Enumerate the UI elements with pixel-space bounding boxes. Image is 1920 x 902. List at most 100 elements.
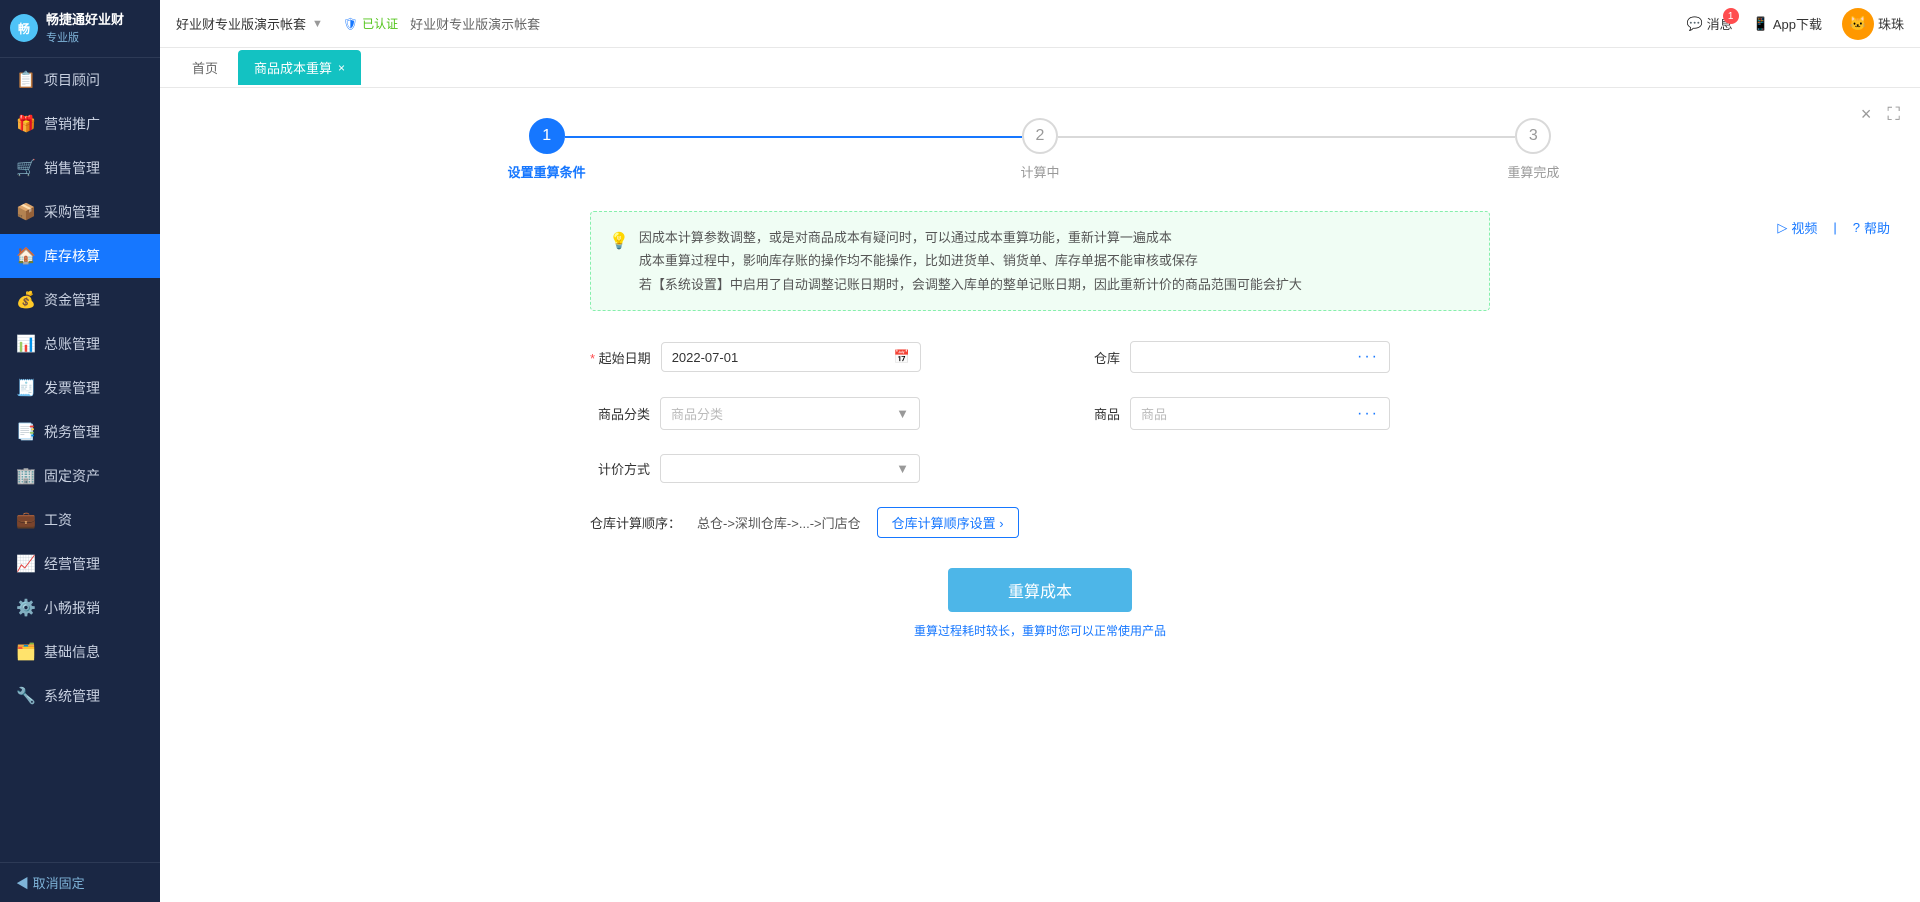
finance-icon: 💰 [16,290,36,310]
warehouse-input[interactable]: ··· [1130,341,1390,373]
sidebar-item-project[interactable]: 📋 项目顾问 [0,58,160,102]
sidebar-pin-toggle[interactable]: ◀ 取消固定 [0,862,160,902]
main-area: 好业财专业版演示帐套 ▼ 🛡 已认证 好业财专业版演示帐套 💬 消息 1 📱 A… [160,0,1920,902]
topbar: 好业财专业版演示帐套 ▼ 🛡 已认证 好业财专业版演示帐套 💬 消息 1 📱 A… [160,0,1920,48]
sidebar-item-label: 发票管理 [44,378,100,398]
project-icon: 📋 [16,70,36,90]
sidebar-item-label: 经营管理 [44,554,100,574]
product-input[interactable]: 商品 ··· [1130,397,1390,430]
pricing-select[interactable]: ▼ [660,454,920,483]
sidebar-item-label: 基础信息 [44,642,100,662]
step-3-number: 3 [1529,127,1538,145]
topbar-right: 💬 消息 1 📱 App下载 🐱 珠珠 [1686,8,1904,40]
play-icon: ▷ [1777,220,1787,236]
sidebar-item-label: 工资 [44,510,72,530]
info-text: 因成本计算参数调整，或是对商品成本有疑问时，可以通过成本重算功能，重新计算一遍成… [639,226,1302,296]
sidebar-item-tax[interactable]: 📑 税务管理 [0,410,160,454]
purchase-icon: 📦 [16,202,36,222]
sidebar-item-label: 库存核算 [44,246,100,266]
video-link[interactable]: ▷ 视频 [1777,218,1817,237]
product-label: 商品 [1060,404,1120,423]
message-button[interactable]: 💬 消息 1 [1686,14,1732,33]
sidebar-item-accounting[interactable]: 📊 总账管理 [0,322,160,366]
divider: | [1833,220,1836,235]
step-3-label: 重算完成 [1507,162,1559,181]
sidebar-item-operations[interactable]: 📈 经营管理 [0,542,160,586]
step-1-number: 1 [542,127,551,145]
assets-icon: 🏢 [16,466,36,486]
step-3-circle: 3 [1515,118,1551,154]
sidebar-item-finance[interactable]: 💰 资金管理 [0,278,160,322]
sidebar-item-purchase[interactable]: 📦 采购管理 [0,190,160,234]
tab-recalc[interactable]: 商品成本重算 × [238,50,361,85]
tab-close-icon[interactable]: × [338,61,345,75]
sidebar-item-label: 采购管理 [44,202,100,222]
sales-icon: 🛒 [16,158,36,178]
sidebar-item-basic[interactable]: 🗂️ 基础信息 [0,630,160,674]
help-link[interactable]: ? 帮助 [1853,218,1890,237]
category-dropdown-icon: ▼ [896,406,909,421]
start-date-input[interactable]: 2022-07-01 📅 [661,342,921,372]
sidebar-item-label: 系统管理 [44,686,100,706]
invoice-icon: 🧾 [16,378,36,398]
verified-text: 已认证 [362,15,398,32]
product-placeholder: 商品 [1141,404,1167,423]
tax-icon: 📑 [16,422,36,442]
pricing-label: 计价方式 [590,459,650,478]
sidebar-item-label: 税务管理 [44,422,100,442]
sidebar-item-expense[interactable]: ⚙️ 小畅报销 [0,586,160,630]
sidebar-item-invoice[interactable]: 🧾 发票管理 [0,366,160,410]
category-select[interactable]: 商品分类 ▼ [660,397,920,430]
sidebar-item-sales[interactable]: 🛒 销售管理 [0,146,160,190]
message-icon: 💬 [1686,16,1702,32]
help-label: 帮助 [1864,218,1890,237]
question-icon: ? [1853,220,1860,235]
product-more-icon[interactable]: ··· [1357,405,1379,423]
recalc-button[interactable]: 重算成本 [948,568,1132,612]
sidebar-item-label: 小畅报销 [44,598,100,618]
calendar-icon[interactable]: 📅 [894,349,910,365]
avatar: 🐱 [1842,8,1874,40]
form-row-3: 计价方式 ▼ [590,454,1490,483]
verified-badge: 🛡 已认证 [343,15,398,32]
sidebar-item-label: 总账管理 [44,334,100,354]
sidebar-header: 畅 畅捷通好业财 专业版 [0,0,160,58]
category-field: 商品分类 商品分类 ▼ [590,397,1020,430]
sidebar-item-system[interactable]: 🔧 系统管理 [0,674,160,718]
product-field: 商品 商品 ··· [1060,397,1490,430]
category-placeholder: 商品分类 [671,404,723,423]
app-download-label: App下载 [1773,14,1822,33]
sidebar-item-inventory[interactable]: 🏠 库存核算 [0,234,160,278]
account-selector[interactable]: 好业财专业版演示帐套 ▼ [176,14,323,33]
account-dropdown-icon: ▼ [312,18,323,30]
form-row-1: 起始日期 2022-07-01 📅 仓库 ··· [590,341,1490,373]
sidebar-item-label: 资金管理 [44,290,100,310]
warehouse-more-icon[interactable]: ··· [1357,348,1379,366]
tab-home-label: 首页 [192,61,218,76]
step-2: 2 计算中 [793,118,1286,181]
sidebar-item-marketing[interactable]: 🎁 营销推广 [0,102,160,146]
user-profile[interactable]: 🐱 珠珠 [1842,8,1904,40]
sidebar: 畅 畅捷通好业财 专业版 📋 项目顾问 🎁 营销推广 🛒 销售管理 📦 采购管理… [0,0,160,902]
app-download-button[interactable]: 📱 App下载 [1753,14,1822,33]
sidebar-logo: 畅 [10,14,38,42]
form-section: 💡 因成本计算参数调整，或是对商品成本有疑问时，可以通过成本重算功能，重新计算一… [590,211,1490,639]
steps-container: 1 设置重算条件 2 计算中 3 重算完成 [200,118,1880,181]
warehouse-order-settings-button[interactable]: 仓库计算顺序设置 › [877,507,1019,538]
expense-icon: ⚙️ [16,598,36,618]
category-label: 商品分类 [590,404,650,423]
step-1-label: 设置重算条件 [508,162,586,181]
info-line-1: 因成本计算参数调整，或是对商品成本有疑问时，可以通过成本重算功能，重新计算一遍成… [639,226,1302,249]
tab-home[interactable]: 首页 [176,50,234,85]
expand-button[interactable]: ⛶ [1887,104,1900,125]
info-icon: 💡 [609,228,629,296]
help-links: ▷ 视频 | ? 帮助 [1777,218,1890,237]
marketing-icon: 🎁 [16,114,36,134]
pin-toggle-label: ◀ 取消固定 [16,873,85,892]
pricing-dropdown-icon: ▼ [896,461,909,476]
step-3: 3 重算完成 [1287,118,1780,181]
start-date-field: 起始日期 2022-07-01 📅 [590,342,1020,372]
sidebar-item-assets[interactable]: 🏢 固定资产 [0,454,160,498]
recalc-section: 重算成本 重算过程耗时较长，重算时您可以正常使用产品 [590,568,1490,639]
sidebar-item-salary[interactable]: 💼 工资 [0,498,160,542]
